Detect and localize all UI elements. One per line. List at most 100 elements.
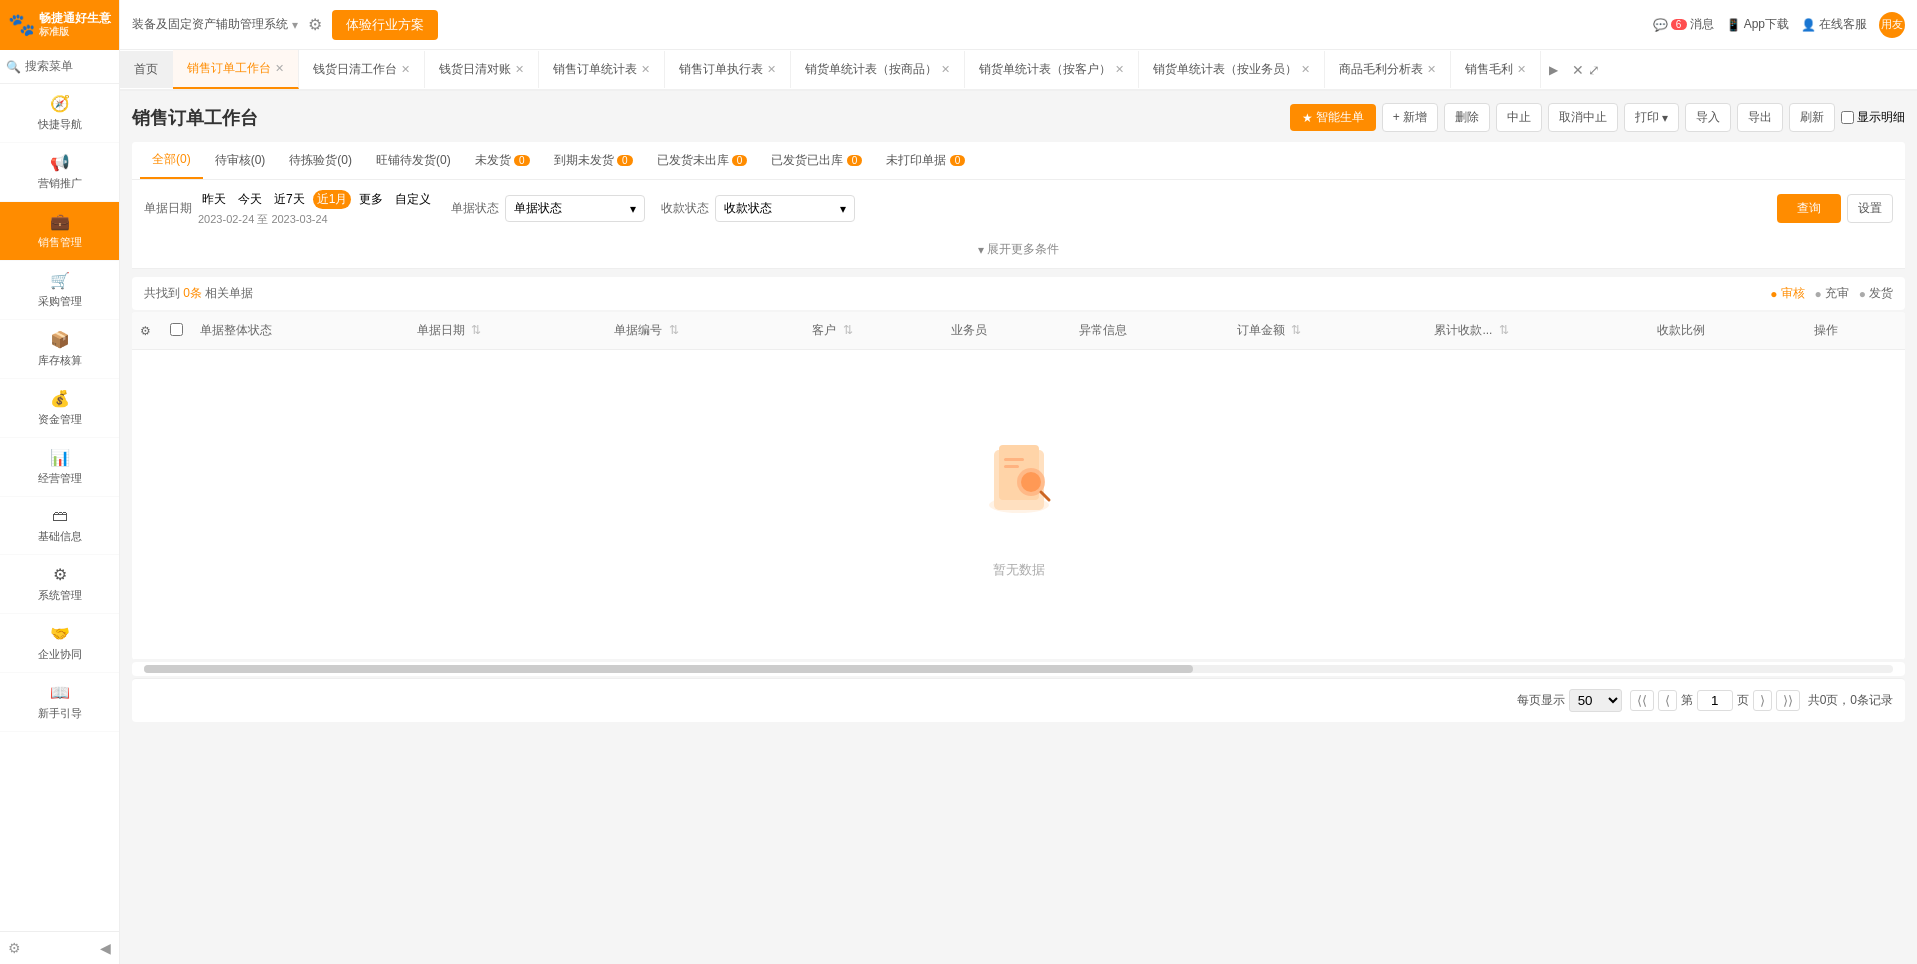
- filter-tab-pending-audit[interactable]: 待审核(0): [203, 143, 278, 178]
- tab-gross-profit[interactable]: 商品毛利分析表 ✕: [1325, 51, 1451, 88]
- next-page-button[interactable]: ⟩: [1753, 690, 1772, 711]
- delete-button[interactable]: 删除: [1444, 103, 1490, 132]
- tab-sales-gross[interactable]: 销售毛利 ✕: [1451, 51, 1541, 88]
- stop-button[interactable]: 中止: [1496, 103, 1542, 132]
- col-number[interactable]: 单据编号 ⇅: [606, 312, 804, 350]
- first-page-button[interactable]: ⟨⟨: [1630, 690, 1654, 711]
- app-download-button[interactable]: 📱 App下载: [1726, 16, 1789, 33]
- sidebar-item-system[interactable]: ⚙ 系统管理: [0, 555, 119, 614]
- tab-close-sales-workbench[interactable]: ✕: [275, 62, 284, 75]
- sidebar-item-quick-nav[interactable]: 🧭 快捷导航: [0, 84, 119, 143]
- sidebar-item-operations[interactable]: 📊 经营管理: [0, 438, 119, 497]
- date-btn-today[interactable]: 今天: [234, 190, 266, 209]
- sidebar-item-guide[interactable]: 📖 新手引导: [0, 673, 119, 732]
- filter-tab-pending-check[interactable]: 待拣验货(0): [277, 143, 364, 178]
- show-details-checkbox[interactable]: 显示明细: [1841, 109, 1905, 126]
- tab-close-cash-daily[interactable]: ✕: [401, 63, 410, 76]
- date-btn-yesterday[interactable]: 昨天: [198, 190, 230, 209]
- filter-tab-not-printed[interactable]: 未打印单据 0: [874, 143, 977, 178]
- tab-sales-workbench[interactable]: 销售订单工作台 ✕: [173, 50, 299, 89]
- tab-close-sales-gross[interactable]: ✕: [1517, 63, 1526, 76]
- sidebar-item-finance[interactable]: 💰 资金管理: [0, 379, 119, 438]
- tab-sales-summary-staff[interactable]: 销货单统计表（按业务员） ✕: [1139, 51, 1325, 88]
- import-button[interactable]: 导入: [1685, 103, 1731, 132]
- ship-circle-icon: ●: [1859, 287, 1866, 301]
- tab-cash-reconcile[interactable]: 钱货日清对账 ✕: [425, 51, 539, 88]
- sort-date-icon: ⇅: [471, 323, 481, 337]
- sidebar-item-inventory[interactable]: 📦 库存核算: [0, 320, 119, 379]
- export-button[interactable]: 导出: [1737, 103, 1783, 132]
- tab-close-sales-exec[interactable]: ✕: [767, 63, 776, 76]
- page-size-select[interactable]: 20 50 100: [1569, 689, 1622, 712]
- payment-filter-select[interactable]: 收款状态 ▾: [715, 195, 855, 222]
- tab-sales-summary-customer[interactable]: 销货单统计表（按客户） ✕: [965, 51, 1139, 88]
- filter-area: 单据日期 昨天 今天 近7天 近1月 更多 自定义 2023-02-24 至 2…: [132, 180, 1905, 269]
- system-title-dropdown[interactable]: 装备及固定资产辅助管理系统 ▾: [132, 16, 298, 33]
- filter-tab-shipped-out[interactable]: 已发货已出库 0: [759, 143, 874, 178]
- topbar-gear-icon[interactable]: ⚙: [308, 15, 322, 34]
- scrollbar-thumb[interactable]: [144, 665, 1193, 673]
- tab-home[interactable]: 首页: [120, 51, 173, 88]
- date-btn-1month[interactable]: 近1月: [313, 190, 352, 209]
- tabbar-close-all-icon[interactable]: ✕: [1572, 62, 1584, 78]
- tab-close-summary-product[interactable]: ✕: [941, 63, 950, 76]
- expand-conditions-button[interactable]: ▾ 展开更多条件: [978, 241, 1059, 258]
- industry-solution-button[interactable]: 体验行业方案: [332, 10, 438, 40]
- col-checkbox[interactable]: [162, 312, 192, 350]
- sidebar-item-basic-info[interactable]: 🗃 基础信息: [0, 497, 119, 555]
- col-date[interactable]: 单据日期 ⇅: [409, 312, 607, 350]
- filter-tab-expired-not-ship[interactable]: 到期未发货 0: [542, 143, 645, 178]
- sidebar-item-marketing[interactable]: 📢 营销推广: [0, 143, 119, 202]
- tab-sales-summary-product[interactable]: 销货单统计表（按商品） ✕: [791, 51, 965, 88]
- sidebar-item-purchase[interactable]: 🛒 采购管理: [0, 261, 119, 320]
- user-menu[interactable]: 用友: [1879, 12, 1905, 38]
- col-amount[interactable]: 订单金额 ⇅: [1229, 312, 1427, 350]
- query-button[interactable]: 查询: [1777, 194, 1841, 223]
- show-details-input[interactable]: [1841, 111, 1854, 124]
- search-menu[interactable]: 🔍 搜索菜单: [0, 50, 119, 84]
- tab-close-gross-profit[interactable]: ✕: [1427, 63, 1436, 76]
- tab-close-sales-stats[interactable]: ✕: [641, 63, 650, 76]
- horizontal-scrollbar[interactable]: [132, 662, 1905, 676]
- date-btn-7days[interactable]: 近7天: [270, 190, 309, 209]
- settings-icon[interactable]: ⚙: [8, 940, 21, 956]
- smart-create-button[interactable]: ★ 智能生单: [1290, 104, 1376, 131]
- settings-button[interactable]: 设置: [1847, 194, 1893, 223]
- filter-tab-shipped-not-out[interactable]: 已发货未出库 0: [645, 143, 760, 178]
- add-button[interactable]: + 新增: [1382, 103, 1438, 132]
- print-button[interactable]: 打印 ▾: [1624, 103, 1679, 132]
- filter-tab-wangpu-ship[interactable]: 旺铺待发货(0): [364, 143, 463, 178]
- prev-page-button[interactable]: ⟨: [1658, 690, 1677, 711]
- tab-close-summary-customer[interactable]: ✕: [1115, 63, 1124, 76]
- cancel-stop-button[interactable]: 取消中止: [1548, 103, 1618, 132]
- last-page-button[interactable]: ⟩⟩: [1776, 690, 1800, 711]
- message-button[interactable]: 💬 6 消息: [1653, 16, 1714, 33]
- tab-sales-stats[interactable]: 销售订单统计表 ✕: [539, 51, 665, 88]
- tab-cash-daily[interactable]: 钱货日清工作台 ✕: [299, 51, 425, 88]
- tab-sales-exec[interactable]: 销售订单执行表 ✕: [665, 51, 791, 88]
- col-settings[interactable]: ⚙: [132, 312, 162, 350]
- date-btn-custom[interactable]: 自定义: [391, 190, 435, 209]
- col-customer[interactable]: 客户 ⇅: [804, 312, 943, 350]
- refresh-button[interactable]: 刷新: [1789, 103, 1835, 132]
- collapse-icon[interactable]: ◀: [100, 940, 111, 956]
- tab-close-summary-staff[interactable]: ✕: [1301, 63, 1310, 76]
- ship-action[interactable]: ● 发货: [1859, 285, 1893, 302]
- online-service-button[interactable]: 👤 在线客服: [1801, 16, 1867, 33]
- col-collected[interactable]: 累计收款... ⇅: [1426, 312, 1648, 350]
- tabbar-more-button[interactable]: ▶: [1541, 63, 1566, 77]
- select-all-checkbox[interactable]: [170, 323, 183, 336]
- date-btn-more[interactable]: 更多: [355, 190, 387, 209]
- filter-tab-all[interactable]: 全部(0): [140, 142, 203, 179]
- footer-right: 每页显示 20 50 100 ⟨⟨ ⟨ 第 页 ⟩ ⟩⟩ 共0页，0条记: [1517, 689, 1893, 712]
- audit-action[interactable]: ● 审核: [1770, 285, 1804, 302]
- tab-close-cash-reconcile[interactable]: ✕: [515, 63, 524, 76]
- sidebar-item-cooperation[interactable]: 🤝 企业协同: [0, 614, 119, 673]
- page-number-input[interactable]: [1697, 690, 1733, 711]
- sidebar-item-sales[interactable]: 💼 销售管理: [0, 202, 119, 261]
- abandon-action[interactable]: ● 充审: [1815, 285, 1849, 302]
- tabbar-maximize-icon[interactable]: ⤢: [1588, 62, 1600, 78]
- filter-tab-not-shipped[interactable]: 未发货 0: [463, 143, 542, 178]
- status-filter-select[interactable]: 单据状态 ▾: [505, 195, 645, 222]
- purchase-icon: 🛒: [50, 271, 70, 290]
